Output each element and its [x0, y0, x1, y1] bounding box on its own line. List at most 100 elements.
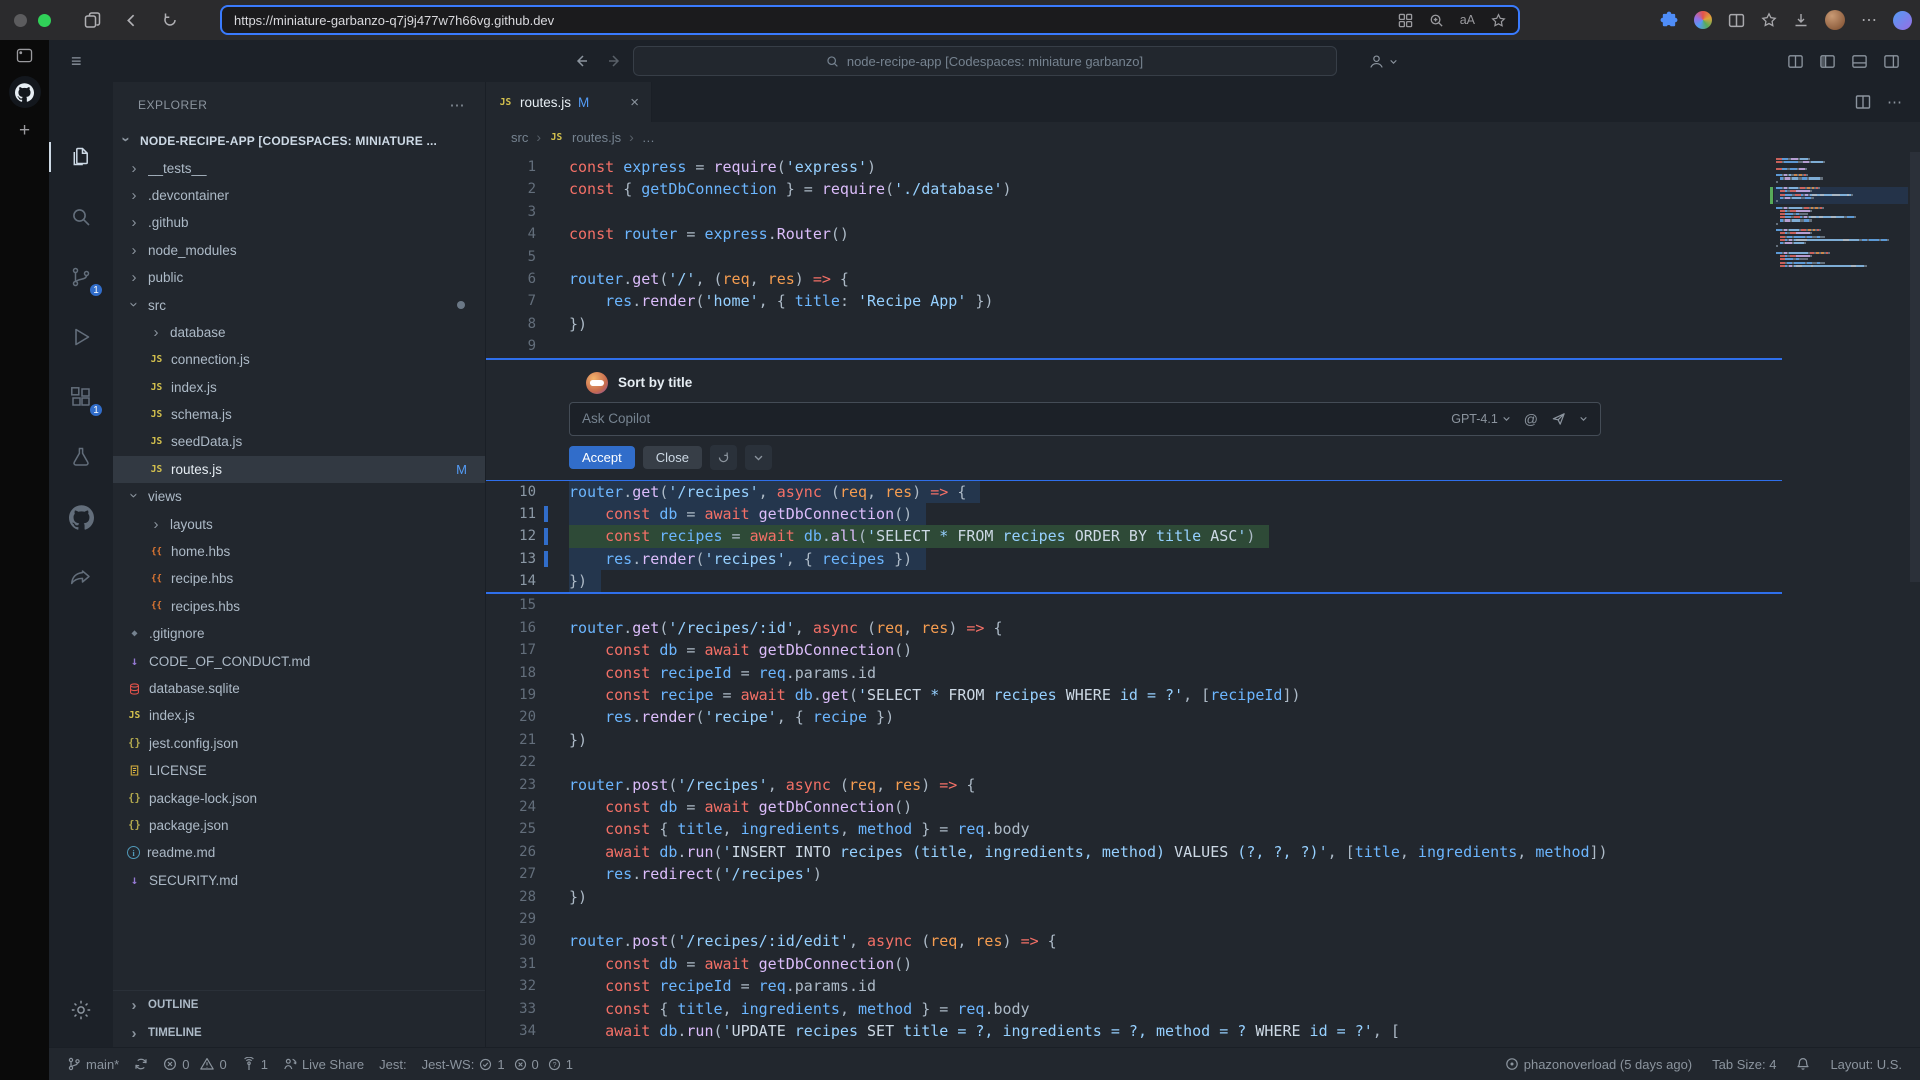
- browser-back-icon[interactable]: [123, 12, 140, 29]
- tree-file-database-sqlite[interactable]: database.sqlite: [113, 675, 485, 702]
- profile-circle-icon[interactable]: [1893, 10, 1912, 30]
- rerun-icon[interactable]: [710, 444, 737, 470]
- tab-overview-icon[interactable]: [84, 11, 101, 29]
- extension-badge-icon[interactable]: [1694, 11, 1712, 29]
- ports-status[interactable]: 1: [242, 1057, 268, 1072]
- code-editor[interactable]: 1 const express = require('express') 2 cons…: [486, 152, 1920, 1047]
- mention-icon[interactable]: @: [1524, 411, 1538, 427]
- activity-live-share[interactable]: [49, 547, 113, 607]
- tree-file-package-json[interactable]: {} package.json: [113, 812, 485, 839]
- tree-folder-database[interactable]: › database: [113, 319, 485, 346]
- tree-folder--github[interactable]: › .github: [113, 209, 485, 236]
- tree-file-index-js[interactable]: JS index.js: [113, 702, 485, 729]
- split-view-icon[interactable]: [1728, 12, 1745, 29]
- keyboard-layout-status[interactable]: Layout: U.S.: [1830, 1057, 1902, 1072]
- downloads-icon[interactable]: [1793, 12, 1809, 28]
- bookmark-star-icon[interactable]: [1491, 12, 1506, 28]
- tree-folder-node-modules[interactable]: › node_modules: [113, 237, 485, 264]
- minimap[interactable]: [1770, 158, 1908, 268]
- tree-file-schema-js[interactable]: JS schema.js: [113, 401, 485, 428]
- history-back-icon[interactable]: [573, 53, 589, 69]
- tree-file-readme-md[interactable]: i readme.md: [113, 839, 485, 866]
- toggle-sidebar-icon[interactable]: [1819, 53, 1836, 70]
- extensions-puzzle-icon[interactable]: [1660, 11, 1678, 29]
- activity-run-debug[interactable]: [49, 307, 113, 367]
- tab-size-status[interactable]: Tab Size: 4: [1712, 1057, 1776, 1072]
- tree-file-recipe-hbs[interactable]: {{recipe.hbs: [113, 565, 485, 592]
- outline-section[interactable]: › OUTLINE: [113, 991, 485, 1019]
- activity-github[interactable]: [49, 487, 113, 547]
- notifications-bell-icon[interactable]: [1796, 1057, 1810, 1071]
- tab-close-icon[interactable]: ×: [630, 94, 639, 111]
- accept-button[interactable]: Accept: [569, 445, 635, 469]
- history-forward-icon[interactable]: [607, 53, 623, 69]
- account-menu[interactable]: [1367, 52, 1398, 71]
- zoom-icon[interactable]: [1429, 13, 1444, 28]
- jest-ws-status[interactable]: Jest-WS: 1 0 ? 1: [422, 1057, 573, 1072]
- problems-status[interactable]: 0 0: [163, 1057, 227, 1072]
- tree-folder--devcontainer[interactable]: › .devcontainer: [113, 182, 485, 209]
- breadcrumb-symbol[interactable]: …: [642, 130, 655, 145]
- send-icon[interactable]: [1551, 411, 1566, 426]
- tree-file-license[interactable]: LICENSE: [113, 757, 485, 784]
- tree-file-package-lock-json[interactable]: {} package-lock.json: [113, 784, 485, 811]
- activity-search[interactable]: [49, 187, 113, 247]
- menu-hamburger-icon[interactable]: ≡: [71, 51, 82, 72]
- settings-gear-icon[interactable]: [49, 985, 113, 1035]
- tree-file--gitignore[interactable]: ◆ .gitignore: [113, 620, 485, 647]
- explorer-root-folder[interactable]: › NODE-RECIPE-APP [CODESPACES: MINIATURE …: [113, 127, 485, 154]
- github-logo-icon[interactable]: [8, 76, 41, 108]
- chevron-down-icon[interactable]: [1579, 414, 1588, 423]
- tree-file-jest-config-json[interactable]: {} jest.config.json: [113, 730, 485, 757]
- explorer-more-icon[interactable]: ⋯: [450, 96, 466, 114]
- live-share-status[interactable]: Live Share: [283, 1057, 364, 1072]
- tab-routes-js[interactable]: JS routes.js M ×: [486, 82, 652, 122]
- tree-folder-views[interactable]: › views: [113, 483, 485, 510]
- activity-explorer[interactable]: [49, 127, 113, 187]
- branch-status[interactable]: main*: [67, 1057, 119, 1072]
- window-zoom-button[interactable]: [38, 13, 51, 27]
- activity-source-control[interactable]: 1: [49, 247, 113, 307]
- tree-file-connection-js[interactable]: JS connection.js: [113, 346, 485, 373]
- copilot-input[interactable]: Ask Copilot GPT-4.1 @: [569, 401, 1601, 436]
- window-close-button[interactable]: [14, 13, 27, 27]
- editor-scrollbar[interactable]: [1910, 152, 1920, 582]
- model-picker[interactable]: GPT-4.1: [1451, 412, 1511, 426]
- breadcrumb[interactable]: src › JS routes.js › …: [486, 122, 1920, 152]
- close-button[interactable]: Close: [642, 445, 702, 469]
- tree-file-security-md[interactable]: ↓ SECURITY.md: [113, 867, 485, 894]
- address-bar[interactable]: https://miniature-garbanzo-q7j9j477w7h66…: [220, 5, 1520, 35]
- browser-more-icon[interactable]: ⋯: [1861, 10, 1877, 30]
- window-preview-icon[interactable]: [16, 48, 33, 63]
- activity-extensions[interactable]: 1: [49, 367, 113, 427]
- tree-folder-src[interactable]: › src: [113, 291, 485, 318]
- sync-status[interactable]: [134, 1057, 148, 1071]
- tree-file-recipes-hbs[interactable]: {{recipes.hbs: [113, 593, 485, 620]
- tree-folder--tests-[interactable]: › __tests__: [113, 154, 485, 181]
- activity-testing[interactable]: [49, 427, 113, 487]
- tree-file-index-js[interactable]: JS index.js: [113, 374, 485, 401]
- tab-groups-icon[interactable]: [1398, 13, 1413, 28]
- breadcrumb-file[interactable]: routes.js: [572, 130, 621, 145]
- tree-file-code-of-conduct-md[interactable]: ↓ CODE_OF_CONDUCT.md: [113, 647, 485, 674]
- split-editor-icon[interactable]: [1855, 94, 1871, 110]
- command-center-search[interactable]: node-recipe-app [Codespaces: miniature g…: [632, 46, 1337, 76]
- breadcrumb-src[interactable]: src: [511, 130, 528, 145]
- layout-columns-icon[interactable]: [1787, 53, 1804, 70]
- jest-status[interactable]: Jest:: [379, 1057, 406, 1072]
- user-avatar[interactable]: [1825, 10, 1845, 30]
- toggle-panel-icon[interactable]: [1851, 53, 1868, 70]
- tree-file-home-hbs[interactable]: {{home.hbs: [113, 538, 485, 565]
- reader-mode-icon[interactable]: aA: [1460, 13, 1475, 27]
- tree-folder-layouts[interactable]: › layouts: [113, 510, 485, 537]
- add-icon[interactable]: +: [19, 121, 30, 140]
- toggle-secondary-sidebar-icon[interactable]: [1883, 53, 1900, 70]
- tree-folder-public[interactable]: › public: [113, 264, 485, 291]
- tree-file-routes-js[interactable]: JS routes.js M: [113, 455, 485, 484]
- tree-file-seeddata-js[interactable]: JS seedData.js: [113, 428, 485, 455]
- browser-reload-icon[interactable]: [162, 12, 178, 28]
- timeline-section[interactable]: › TIMELINE: [113, 1019, 485, 1047]
- more-actions-chevron-icon[interactable]: [745, 444, 772, 470]
- blame-status[interactable]: phazonoverload (5 days ago): [1505, 1057, 1692, 1072]
- editor-more-icon[interactable]: ⋯: [1887, 93, 1902, 111]
